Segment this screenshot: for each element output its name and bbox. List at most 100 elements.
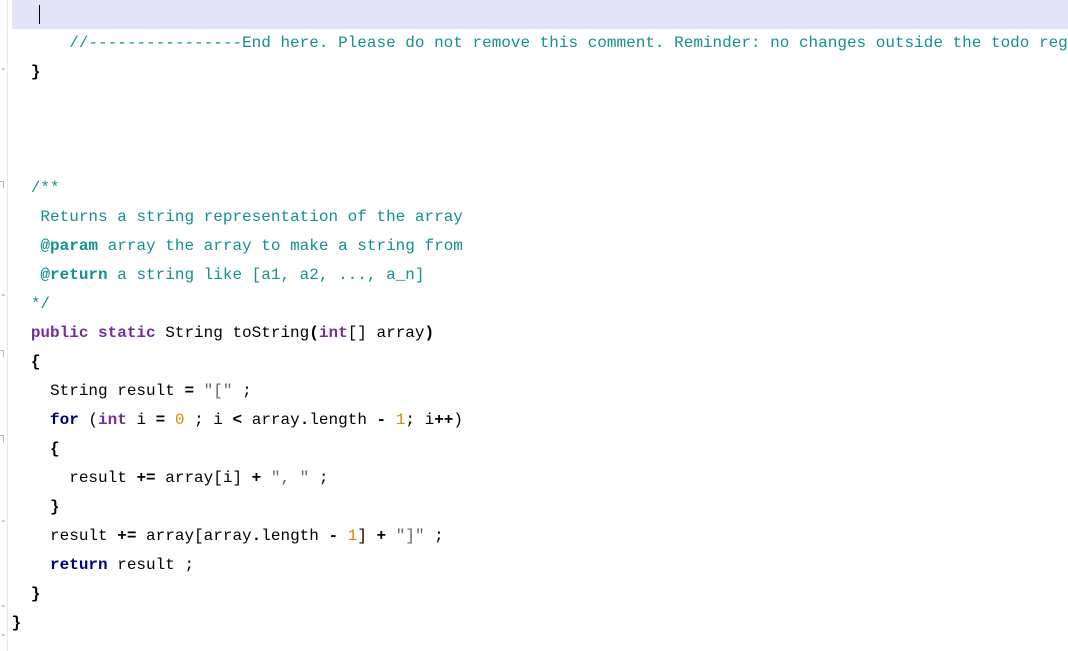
operator: . xyxy=(300,411,310,429)
code-line[interactable]: result += array[array.length - 1] + "]" … xyxy=(12,522,1068,551)
code-text xyxy=(194,382,204,400)
identifier: String toString xyxy=(165,324,309,342)
operator: - xyxy=(377,411,387,429)
identifier: [] array xyxy=(348,324,425,342)
code-line[interactable]: */ xyxy=(12,290,1068,319)
code-line[interactable]: result += array[i] + ", " ; xyxy=(12,464,1068,493)
comment-text: //----------------End here. Please do no… xyxy=(69,34,1068,52)
code-line[interactable]: @return a string like [a1, a2, ..., a_n] xyxy=(12,261,1068,290)
operator: += xyxy=(117,527,136,545)
keyword: return xyxy=(50,556,108,574)
code-text xyxy=(12,556,50,574)
code-text: i xyxy=(127,411,156,429)
code-text xyxy=(12,440,50,458)
fold-mark[interactable]: - xyxy=(0,282,7,311)
brace: } xyxy=(31,63,41,81)
code-line[interactable]: return result ; xyxy=(12,551,1068,580)
brace: { xyxy=(50,440,60,458)
fold-mark[interactable]: ┐ xyxy=(0,169,7,198)
code-line-blank[interactable] xyxy=(12,116,1068,145)
javadoc-tag: @param xyxy=(40,237,98,255)
code-line[interactable]: /** xyxy=(12,174,1068,203)
code-text xyxy=(12,527,50,545)
code-line[interactable]: { xyxy=(12,435,1068,464)
code-text: result xyxy=(50,527,117,545)
code-line[interactable]: } xyxy=(12,493,1068,522)
fold-mark[interactable]: ┐ xyxy=(0,338,7,367)
code-text: result ; xyxy=(108,556,194,574)
javadoc-end: */ xyxy=(31,295,50,313)
fold-mark[interactable]: - xyxy=(0,593,7,622)
keyword: for xyxy=(50,411,79,429)
operator: + xyxy=(252,469,262,487)
paren: ( xyxy=(309,324,319,342)
fold-mark[interactable]: ┐ xyxy=(0,423,7,452)
code-line[interactable]: } xyxy=(12,609,1068,638)
code-text xyxy=(12,5,50,23)
code-text: ; i xyxy=(184,411,232,429)
code-line[interactable]: @param array the array to make a string … xyxy=(12,232,1068,261)
keyword: int xyxy=(319,324,348,342)
code-text: ; i xyxy=(405,411,434,429)
operator: - xyxy=(328,527,338,545)
code-editor[interactable]: //----------------End here. Please do no… xyxy=(8,0,1068,651)
brace: } xyxy=(31,585,41,603)
code-text xyxy=(12,179,31,197)
code-text xyxy=(12,411,50,429)
brace: } xyxy=(50,498,60,516)
code-text xyxy=(338,527,348,545)
code-text: ( xyxy=(79,411,98,429)
code-text: String result xyxy=(50,382,184,400)
code-line[interactable]: String result = "[" ; xyxy=(12,377,1068,406)
code-text xyxy=(261,469,271,487)
string-literal: "]" xyxy=(396,527,425,545)
operator: = xyxy=(156,411,166,429)
code-text: ] xyxy=(357,527,376,545)
code-text: array[array xyxy=(136,527,251,545)
fold-mark[interactable]: - xyxy=(0,508,7,537)
fold-mark[interactable]: - xyxy=(0,622,7,651)
operator: ++ xyxy=(434,411,453,429)
fold-mark[interactable]: - xyxy=(0,56,7,85)
operator: . xyxy=(252,527,262,545)
string-literal: ", " xyxy=(271,469,309,487)
code-text xyxy=(12,353,31,371)
code-text xyxy=(386,411,396,429)
code-text: length xyxy=(309,411,376,429)
text-cursor xyxy=(39,5,40,24)
code-line-blank[interactable] xyxy=(12,145,1068,174)
code-line-blank[interactable] xyxy=(12,87,1068,116)
code-line[interactable]: public static String toString(int[] arra… xyxy=(12,319,1068,348)
code-text xyxy=(12,63,31,81)
operator: = xyxy=(184,382,194,400)
code-line[interactable]: } xyxy=(12,58,1068,87)
operator: < xyxy=(233,411,243,429)
code-text: ; xyxy=(309,469,328,487)
code-line-current[interactable] xyxy=(12,0,1068,29)
code-text: array xyxy=(242,411,300,429)
javadoc-start: /** xyxy=(31,179,60,197)
code-text xyxy=(12,34,70,52)
javadoc-text: Returns a string representation of the a… xyxy=(40,208,462,226)
code-line[interactable]: for (int i = 0 ; i < array.length - 1; i… xyxy=(12,406,1068,435)
code-line[interactable]: { xyxy=(12,348,1068,377)
code-line[interactable]: } xyxy=(12,580,1068,609)
code-text xyxy=(12,469,70,487)
code-text xyxy=(165,411,175,429)
javadoc-tag: @return xyxy=(40,266,107,284)
code-text: ; xyxy=(425,527,444,545)
code-text: array[i] xyxy=(156,469,252,487)
code-text xyxy=(12,208,41,226)
code-text: length xyxy=(261,527,328,545)
code-line[interactable]: //----------------End here. Please do no… xyxy=(12,29,1068,58)
number-literal: 1 xyxy=(348,527,358,545)
fold-gutter: - ┐ - ┐ ┐ - - - xyxy=(0,0,8,651)
keyword: static xyxy=(88,324,165,342)
code-text xyxy=(386,527,396,545)
code-text: ) xyxy=(453,411,463,429)
code-line[interactable]: Returns a string representation of the a… xyxy=(12,203,1068,232)
operator: + xyxy=(377,527,387,545)
javadoc-text: a string like [a1, a2, ..., a_n] xyxy=(108,266,425,284)
code-text xyxy=(12,237,41,255)
brace: { xyxy=(31,353,41,371)
